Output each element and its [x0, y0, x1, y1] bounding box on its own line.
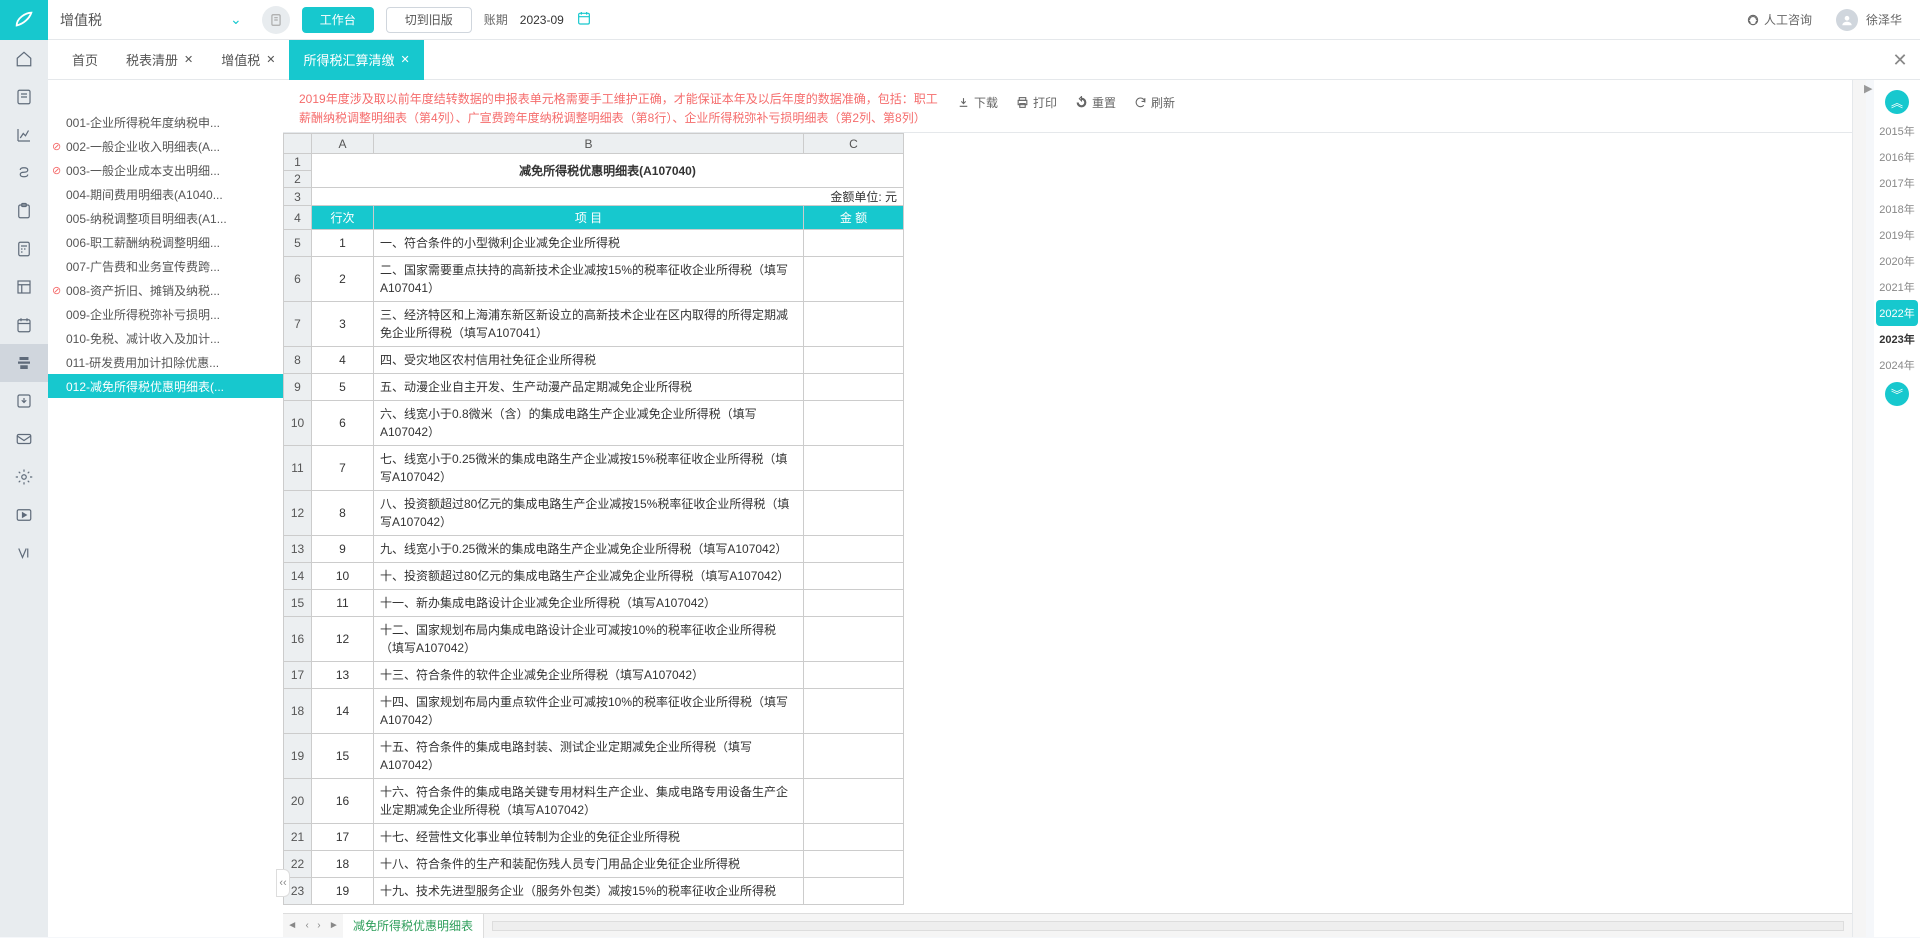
year-rail: ︽ 2015年2016年2017年2018年2019年2020年2021年202…: [1874, 80, 1920, 937]
tab-close-icon[interactable]: ✕: [401, 53, 410, 66]
reset-button[interactable]: 重置: [1075, 94, 1116, 111]
form-item-0[interactable]: 001-企业所得税年度纳税申...: [48, 110, 283, 134]
switch-old-button[interactable]: 切到旧版: [386, 7, 472, 33]
year-2019年[interactable]: 2019年: [1876, 222, 1918, 248]
nav-mail-icon[interactable]: [0, 420, 48, 458]
expand-arrow-icon[interactable]: ▶: [1864, 82, 1872, 95]
year-2016年[interactable]: 2016年: [1876, 144, 1918, 170]
nav-money-icon[interactable]: [0, 154, 48, 192]
nav-tax-icon[interactable]: [0, 344, 48, 382]
tab-0[interactable]: 首页: [58, 40, 112, 80]
form-item-6[interactable]: 007-广告费和业务宣传费跨...: [48, 254, 283, 278]
toolbar: 2019年度涉及取以前年度结转数据的申报表单元格需要手工维护正确，才能保证本年及…: [283, 80, 1852, 132]
tab-3[interactable]: 所得税汇算清缴✕: [289, 40, 423, 80]
nav-sidebar: [0, 0, 48, 937]
nav-template-icon[interactable]: [0, 268, 48, 306]
nav-chart-icon[interactable]: [0, 116, 48, 154]
form-item-11[interactable]: 012-减免所得税优惠明细表(...: [48, 374, 283, 398]
user-name: 徐泽华: [1866, 11, 1902, 28]
tax-dropdown-icon[interactable]: ⌄: [222, 11, 250, 28]
download-button[interactable]: 下载: [957, 94, 998, 111]
period-value: 2023-09: [520, 13, 564, 27]
horizontal-scrollbar[interactable]: [492, 921, 1844, 931]
avatar-icon: [1836, 9, 1858, 31]
sheet-tab-bar: ◄‹›► 减免所得税优惠明细表: [283, 913, 1852, 937]
year-2020年[interactable]: 2020年: [1876, 248, 1918, 274]
doc-icon-button[interactable]: [262, 6, 290, 34]
period-label: 账期: [484, 11, 508, 28]
year-2017年[interactable]: 2017年: [1876, 170, 1918, 196]
vertical-scrollbar[interactable]: [1852, 80, 1866, 937]
tab-close-icon[interactable]: ✕: [184, 53, 193, 66]
collapse-sidebar-handle[interactable]: ‹‹: [276, 869, 290, 897]
user-menu[interactable]: 徐泽华: [1830, 9, 1908, 31]
nav-vip-icon[interactable]: [0, 534, 48, 572]
nav-home-icon[interactable]: [0, 40, 48, 78]
form-item-7[interactable]: 008-资产折旧、摊销及纳税...: [48, 278, 283, 302]
tab-bar: 首页税表清册✕增值税✕所得税汇算清缴✕ ✕: [48, 40, 1920, 80]
nav-ledger-icon[interactable]: [0, 78, 48, 116]
year-2024年[interactable]: 2024年: [1876, 352, 1918, 378]
print-button[interactable]: 打印: [1016, 94, 1057, 111]
workspace-button[interactable]: 工作台: [302, 7, 374, 33]
calendar-icon[interactable]: [576, 10, 592, 29]
close-all-tabs-icon[interactable]: ✕: [1888, 48, 1912, 72]
year-down-icon[interactable]: ︾: [1885, 382, 1909, 406]
sheet-tab-active[interactable]: 减免所得税优惠明细表: [343, 914, 484, 938]
consult-link[interactable]: 人工咨询: [1740, 11, 1818, 28]
refresh-button[interactable]: 刷新: [1134, 94, 1175, 111]
form-item-2[interactable]: 003-一般企业成本支出明细...: [48, 158, 283, 182]
nav-export-icon[interactable]: [0, 382, 48, 420]
form-list: 001-企业所得税年度纳税申...002-一般企业收入明细表(A...003-一…: [48, 80, 283, 937]
tab-1[interactable]: 税表清册✕: [112, 40, 207, 80]
sheet-nav[interactable]: ◄‹›►: [283, 920, 343, 931]
tax-name: 增值税: [60, 10, 210, 30]
nav-settings-icon[interactable]: [0, 458, 48, 496]
form-item-9[interactable]: 010-免税、减计收入及加计...: [48, 326, 283, 350]
form-item-4[interactable]: 005-纳税调整项目明细表(A1...: [48, 206, 283, 230]
top-header: 增值税 ⌄ 工作台 切到旧版 账期 2023-09 人工咨询 徐泽华: [48, 0, 1920, 40]
app-logo[interactable]: [0, 0, 48, 40]
year-2015年[interactable]: 2015年: [1876, 118, 1918, 144]
form-item-8[interactable]: 009-企业所得税弥补亏损明...: [48, 302, 283, 326]
year-2022年[interactable]: 2022年: [1876, 300, 1918, 326]
nav-calc-icon[interactable]: [0, 230, 48, 268]
form-item-5[interactable]: 006-职工薪酬纳税调整明细...: [48, 230, 283, 254]
nav-calendar-icon[interactable]: [0, 306, 48, 344]
year-2018年[interactable]: 2018年: [1876, 196, 1918, 222]
tab-close-icon[interactable]: ✕: [266, 53, 275, 66]
nav-clipboard-icon[interactable]: [0, 192, 48, 230]
tab-2[interactable]: 增值税✕: [207, 40, 289, 80]
year-2023年[interactable]: 2023年: [1876, 326, 1918, 352]
form-item-3[interactable]: 004-期间费用明细表(A1040...: [48, 182, 283, 206]
spreadsheet[interactable]: ABC1减免所得税优惠明细表(A107040)23金额单位: 元4行次项 目金 …: [283, 132, 1852, 913]
nav-video-icon[interactable]: [0, 496, 48, 534]
year-up-icon[interactable]: ︽: [1885, 90, 1909, 114]
form-item-1[interactable]: 002-一般企业收入明细表(A...: [48, 134, 283, 158]
year-2021年[interactable]: 2021年: [1876, 274, 1918, 300]
form-item-10[interactable]: 011-研发费用加计扣除优惠...: [48, 350, 283, 374]
warning-text: 2019年度涉及取以前年度结转数据的申报表单元格需要手工维护正确，才能保证本年及…: [299, 90, 939, 128]
consult-label: 人工咨询: [1764, 11, 1812, 28]
